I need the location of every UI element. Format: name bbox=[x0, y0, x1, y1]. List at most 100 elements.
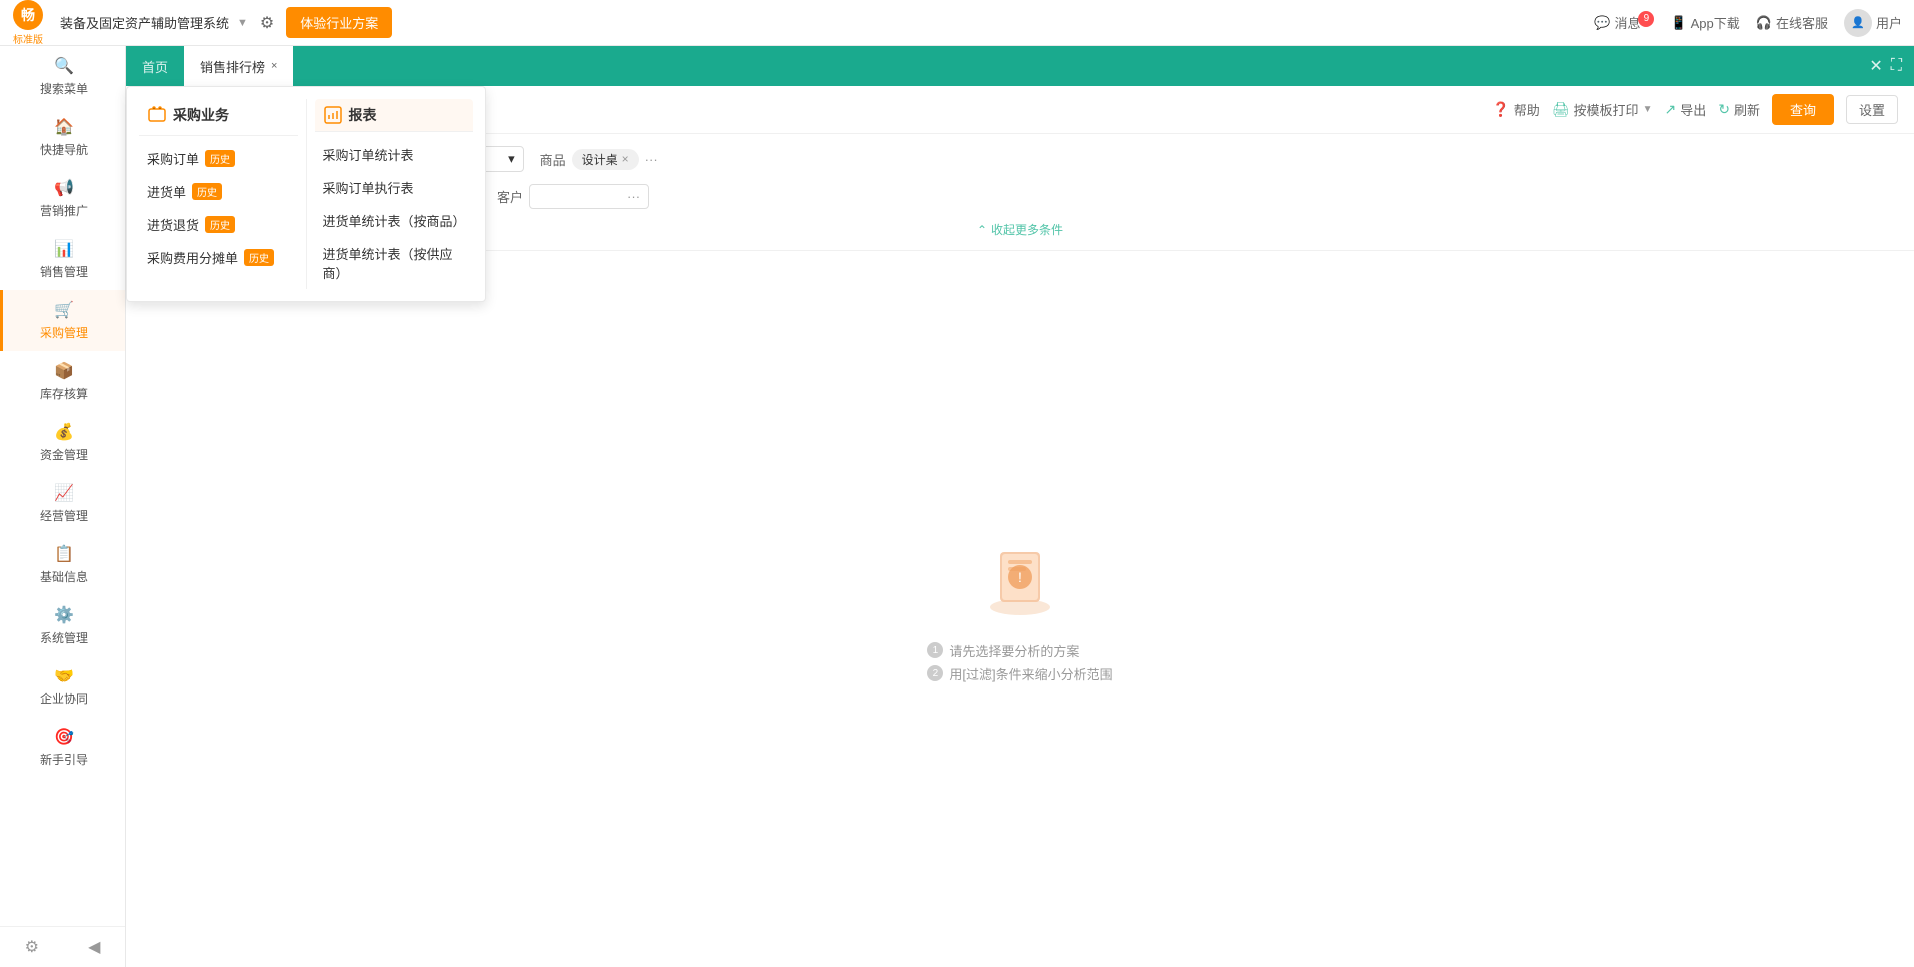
tab-close-btn[interactable]: × bbox=[271, 60, 277, 72]
menu-item-inbound-by-goods[interactable]: 进货单统计表（按商品） bbox=[315, 204, 474, 237]
menu-col-report: 报表 采购订单统计表 采购订单执行表 进货单统计表（按商品） 进货单统计表（按供… bbox=[315, 99, 474, 289]
empty-state: ! 1 请先选择要分析的方案 2 用[过滤]条件来缩小分析范围 bbox=[126, 251, 1914, 967]
search-icon: 🔍 bbox=[54, 56, 74, 76]
doc-status-dropdown-icon: ▾ bbox=[508, 151, 515, 167]
app-download-btn[interactable]: 📱 App下载 bbox=[1670, 13, 1739, 32]
goods-tag: 设计桌 × bbox=[572, 149, 639, 170]
guide-icon: 🎯 bbox=[54, 727, 74, 747]
tab-sales-rank[interactable]: 销售排行榜 × bbox=[184, 46, 293, 86]
sidebar-item-collab[interactable]: 🤝 企业协同 bbox=[0, 656, 125, 717]
menu-col-header-purchase: 采购业务 bbox=[139, 99, 298, 136]
sidebar-item-inventory[interactable]: 📦 库存核算 bbox=[0, 351, 125, 412]
customer-select[interactable]: ··· bbox=[529, 184, 649, 209]
tab-expand-btn[interactable]: ⛶ bbox=[1887, 53, 1906, 79]
menu-col2-title: 报表 bbox=[349, 105, 377, 125]
collapse-filters-btn[interactable]: ⌃ 收起更多条件 bbox=[977, 221, 1063, 238]
user-btn[interactable]: 👤 用户 bbox=[1844, 9, 1902, 37]
sidebar-item-purchase[interactable]: 🛒 采购管理 bbox=[0, 290, 125, 351]
history-badge-3: 历史 bbox=[205, 216, 235, 233]
sidebar-bottom: ⚙ ◀ bbox=[0, 926, 125, 967]
sidebar-item-guide[interactable]: 🎯 新手引导 bbox=[0, 717, 125, 778]
print-btn[interactable]: 🖨 按模板打印 ▼ bbox=[1552, 100, 1653, 119]
settings-icon[interactable]: ⚙ bbox=[260, 13, 274, 33]
goods-filter: 商品 设计桌 × ··· bbox=[540, 149, 658, 170]
sales-icon: 📊 bbox=[54, 239, 74, 259]
menu-col1-title: 采购业务 bbox=[173, 105, 229, 125]
sidebar: 🔍 搜索菜单 🏠 快捷导航 📢 营销推广 📊 销售管理 🛒 采购管理 📦 bbox=[0, 46, 126, 967]
menu-item-return-goods[interactable]: 进货退货 历史 bbox=[139, 208, 298, 241]
sidebar-item-operations[interactable]: 📈 经营管理 bbox=[0, 473, 125, 534]
system-icon: ⚙️ bbox=[54, 605, 74, 625]
message-btn[interactable]: 💬 消息 9 bbox=[1594, 13, 1654, 32]
marketing-icon: 📢 bbox=[54, 178, 74, 198]
menu-col-purchase: 采购业务 采购订单 历史 进货单 历史 进货退货 历史 采购费用分摊单 历史 bbox=[139, 99, 298, 289]
refresh-icon: ↻ bbox=[1718, 101, 1730, 118]
history-badge-1: 历史 bbox=[205, 150, 235, 167]
customer-more-btn[interactable]: ··· bbox=[627, 189, 640, 204]
menu-item-purchase-expense[interactable]: 采购费用分摊单 历史 bbox=[139, 241, 298, 274]
collapse-icon: ⌃ bbox=[977, 223, 987, 237]
customer-filter: 客户 ··· bbox=[497, 184, 649, 209]
menu-item-inbound-by-supplier[interactable]: 进货单统计表（按供应商） bbox=[315, 237, 474, 289]
goods-tag-remove[interactable]: × bbox=[622, 152, 629, 166]
empty-tips: 1 请先选择要分析的方案 2 用[过滤]条件来缩小分析范围 bbox=[927, 641, 1112, 687]
sidebar-item-finance[interactable]: 💰 资金管理 bbox=[0, 412, 125, 473]
purchase-menu-icon bbox=[147, 105, 167, 125]
inventory-icon: 📦 bbox=[54, 361, 74, 381]
sidebar-item-quicknav[interactable]: 🏠 快捷导航 bbox=[0, 107, 125, 168]
print-dropdown-icon[interactable]: ▼ bbox=[1643, 104, 1653, 115]
help-btn[interactable]: ❓ 帮助 bbox=[1492, 100, 1539, 119]
svg-text:畅: 畅 bbox=[21, 7, 35, 23]
print-icon: 🖨 bbox=[1552, 101, 1570, 118]
system-dropdown-arrow[interactable]: ▼ bbox=[237, 17, 248, 29]
sidebar-item-basic-info[interactable]: 📋 基础信息 bbox=[0, 534, 125, 595]
tip-num-2: 2 bbox=[927, 665, 943, 681]
tab-close-all-btn[interactable]: ✕ bbox=[1865, 52, 1886, 80]
tip-num-1: 1 bbox=[927, 642, 943, 658]
query-btn[interactable]: 查询 bbox=[1772, 94, 1834, 125]
logo-icon: 畅 bbox=[12, 0, 44, 31]
sidebar-settings-btn[interactable]: ⚙ bbox=[25, 937, 39, 957]
menu-item-inbound[interactable]: 进货单 历史 bbox=[139, 175, 298, 208]
history-badge-4: 历史 bbox=[244, 249, 274, 266]
menu-item-purchase-order[interactable]: 采购订单 历史 bbox=[139, 142, 298, 175]
avatar: 👤 bbox=[1844, 9, 1872, 37]
menu-item-purchase-exec[interactable]: 采购订单执行表 bbox=[315, 171, 474, 204]
purchase-icon: 🛒 bbox=[54, 300, 74, 320]
top-bar: 畅 标准版 装备及固定资产辅助管理系统 ▼ ⚙ 体验行业方案 💬 消息 9 📱 … bbox=[0, 0, 1914, 46]
online-service-btn[interactable]: 🎧 在线客服 bbox=[1756, 13, 1828, 32]
svg-text:!: ! bbox=[1018, 569, 1022, 585]
help-icon: ❓ bbox=[1492, 101, 1509, 118]
home-icon: 🏠 bbox=[54, 117, 74, 137]
menu-col-header-report: 报表 bbox=[315, 99, 474, 132]
system-title: 装备及固定资产辅助管理系统 bbox=[60, 13, 229, 32]
tab-bar: 首页 销售排行榜 × ✕ ⛶ bbox=[126, 46, 1914, 86]
purchase-dropdown-menu: 采购业务 采购订单 历史 进货单 历史 进货退货 历史 采购费用分摊单 历史 bbox=[126, 86, 486, 302]
tab-bar-actions: ✕ ⛶ bbox=[1865, 52, 1914, 80]
message-icon: 💬 bbox=[1594, 15, 1610, 31]
menu-divider bbox=[306, 99, 307, 289]
logo-version: 标准版 bbox=[13, 31, 43, 46]
phone-icon: 📱 bbox=[1670, 15, 1686, 31]
sidebar-item-system[interactable]: ⚙️ 系统管理 bbox=[0, 595, 125, 656]
set-btn[interactable]: 设置 bbox=[1846, 95, 1898, 124]
export-icon: ↗ bbox=[1664, 101, 1676, 118]
goods-more-btn[interactable]: ··· bbox=[645, 152, 658, 167]
report-menu-icon bbox=[323, 105, 343, 125]
refresh-btn[interactable]: ↻ 刷新 bbox=[1718, 100, 1760, 119]
menu-item-purchase-stat[interactable]: 采购订单统计表 bbox=[315, 138, 474, 171]
industry-btn[interactable]: 体验行业方案 bbox=[286, 7, 392, 38]
empty-illustration: ! bbox=[970, 532, 1070, 625]
finance-icon: 💰 bbox=[54, 422, 74, 442]
top-right-area: 💬 消息 9 📱 App下载 🎧 在线客服 👤 用户 bbox=[1594, 9, 1902, 37]
headset-icon: 🎧 bbox=[1756, 15, 1772, 31]
sidebar-item-sales[interactable]: 📊 销售管理 bbox=[0, 229, 125, 290]
collab-icon: 🤝 bbox=[54, 666, 74, 686]
sidebar-collapse-btn[interactable]: ◀ bbox=[88, 937, 100, 957]
history-badge-2: 历史 bbox=[192, 183, 222, 200]
basic-info-icon: 📋 bbox=[54, 544, 74, 564]
tab-home[interactable]: 首页 bbox=[126, 46, 184, 86]
sidebar-item-marketing[interactable]: 📢 营销推广 bbox=[0, 168, 125, 229]
export-btn[interactable]: ↗ 导出 bbox=[1664, 100, 1706, 119]
sidebar-item-search[interactable]: 🔍 搜索菜单 bbox=[0, 46, 125, 107]
